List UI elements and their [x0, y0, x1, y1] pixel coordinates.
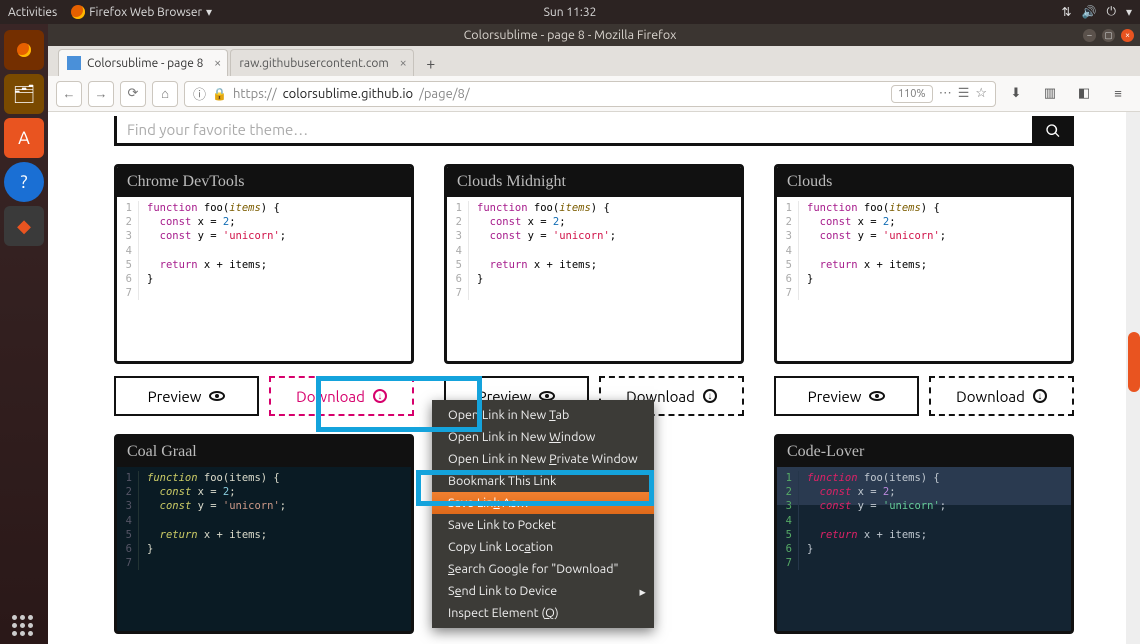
download-icon: ↓: [703, 389, 717, 403]
button-label: Preview: [808, 388, 862, 405]
tab-label: raw.githubusercontent.com: [239, 57, 388, 70]
eye-icon: [209, 391, 225, 401]
ctx-inspect-element[interactable]: Inspect Element (Q): [432, 602, 654, 624]
preview-button[interactable]: Preview: [114, 376, 259, 416]
code-preview: 1function foo(items) { 2 const x = 2; 3 …: [117, 197, 411, 361]
ctx-open-new-window[interactable]: Open Link in New Window: [432, 426, 654, 448]
library-icon[interactable]: ▥: [1036, 81, 1064, 107]
window-titlebar: Colorsublime - page 8 - Mozilla Firefox …: [0, 24, 1140, 46]
clock[interactable]: Sun 11:32: [544, 6, 597, 19]
zoom-indicator[interactable]: 110%: [891, 85, 933, 103]
dropdown-icon: ▾: [206, 5, 212, 19]
scrollbar-thumb[interactable]: [1128, 332, 1140, 392]
code-preview: 1function foo(items) { 2 const x = 2; 3 …: [117, 467, 411, 631]
url-field[interactable]: ⓘ 🔒 https:// colorsublime.github.io /pag…: [184, 81, 996, 107]
theme-title: Code-Lover: [777, 437, 1071, 467]
ctx-search-google[interactable]: Search Google for "Download": [432, 558, 654, 580]
menu-icon[interactable]: ≡: [1104, 81, 1132, 107]
theme-title: Chrome DevTools: [117, 167, 411, 197]
theme-title: Coal Graal: [117, 437, 411, 467]
button-label: Preview: [148, 388, 202, 405]
launcher-dock: 🗂 A ? ◆: [0, 24, 48, 644]
ctx-open-new-tab[interactable]: Open Link in New Tab: [432, 404, 654, 426]
theme-card-clouds-midnight: Clouds Midnight 1function foo(items) { 2…: [444, 164, 744, 364]
network-icon[interactable]: ⇅: [1061, 5, 1071, 19]
download-icon: ↓: [1033, 389, 1047, 403]
ctx-copy-link[interactable]: Copy Link Location: [432, 536, 654, 558]
close-tab-icon[interactable]: ×: [214, 56, 221, 70]
tab-strip: Colorsublime - page 8 × raw.githubuserco…: [48, 46, 1140, 76]
toolbar: ← → ⟳ ⌂ ⓘ 🔒 https:// colorsublime.github…: [48, 76, 1140, 112]
tab-favicon: [67, 56, 81, 70]
theme-title: Clouds Midnight: [447, 167, 741, 197]
launcher-software[interactable]: A: [4, 118, 44, 158]
launcher-firefox[interactable]: [4, 30, 44, 70]
theme-card-clouds: Clouds 1function foo(items) { 2 const x …: [774, 164, 1074, 364]
search-icon: [1045, 123, 1061, 139]
theme-card-code-lover: Code-Lover 1function foo(items) { 2 cons…: [774, 434, 1074, 634]
code-preview: 1function foo(items) { 2 const x = 2; 3 …: [777, 197, 1071, 361]
ctx-save-to-pocket[interactable]: Save Link to Pocket: [432, 514, 654, 536]
url-scheme: https://: [233, 87, 277, 101]
button-label: Download: [296, 388, 365, 405]
back-button[interactable]: ←: [56, 81, 82, 107]
code-preview: 1function foo(items) { 2 const x = 2; 3 …: [447, 197, 741, 361]
theme-card-coal-graal: Coal Graal 1function foo(items) { 2 cons…: [114, 434, 414, 634]
firefox-icon: [71, 5, 85, 19]
tab-inactive[interactable]: raw.githubusercontent.com ×: [230, 49, 413, 76]
download-button-highlighted[interactable]: Download ↓: [269, 376, 414, 416]
theme-search-input[interactable]: Find your favorite theme…: [114, 116, 1032, 146]
download-button[interactable]: Download ↓: [929, 376, 1074, 416]
close-button[interactable]: ×: [1121, 29, 1134, 42]
lock-icon: 🔒: [212, 87, 227, 101]
tab-label: Colorsublime - page 8: [87, 57, 203, 70]
search-button[interactable]: [1032, 116, 1074, 146]
chevron-down-icon[interactable]: ▾: [1126, 5, 1132, 19]
ctx-bookmark-link[interactable]: Bookmark This Link: [432, 470, 654, 492]
launcher-apps-grid[interactable]: [12, 615, 33, 636]
app-name: Firefox Web Browser: [89, 6, 202, 19]
url-path: /page/8/: [419, 87, 470, 101]
tab-active[interactable]: Colorsublime - page 8 ×: [58, 49, 228, 76]
maximize-button[interactable]: ▢: [1102, 29, 1115, 42]
reload-button[interactable]: ⟳: [120, 81, 146, 107]
volume-icon[interactable]: 🔊: [1082, 5, 1097, 19]
more-icon[interactable]: ⋯: [939, 86, 952, 101]
bookmark-star-icon[interactable]: ☆: [975, 86, 987, 101]
system-topbar: Activities Firefox Web Browser ▾ Sun 11:…: [0, 0, 1140, 24]
system-tray[interactable]: ⇅ 🔊 ⏻ ▾: [1061, 5, 1132, 19]
ctx-open-private[interactable]: Open Link in New Private Window: [432, 448, 654, 470]
launcher-files[interactable]: 🗂: [4, 74, 44, 114]
button-label: Download: [956, 388, 1025, 405]
ctx-send-to-device[interactable]: Send Link to Device▸: [432, 580, 654, 602]
close-tab-icon[interactable]: ×: [399, 56, 406, 70]
minimize-button[interactable]: –: [1083, 29, 1096, 42]
launcher-help[interactable]: ?: [4, 162, 44, 202]
reader-icon[interactable]: ☰: [958, 86, 970, 101]
new-tab-button[interactable]: +: [418, 52, 444, 76]
app-indicator[interactable]: Firefox Web Browser ▾: [71, 5, 212, 19]
power-icon[interactable]: ⏻: [1106, 5, 1116, 19]
theme-title: Clouds: [777, 167, 1071, 197]
browser-window: Colorsublime - page 8 × raw.githubuserco…: [48, 46, 1140, 644]
ctx-save-link-as[interactable]: Save Link As…: [432, 492, 654, 514]
url-host: colorsublime.github.io: [283, 87, 413, 101]
home-button[interactable]: ⌂: [152, 81, 178, 107]
eye-icon: [869, 391, 885, 401]
downloads-icon[interactable]: ⬇: [1002, 81, 1030, 107]
info-icon[interactable]: ⓘ: [193, 84, 206, 103]
page-content: Find your favorite theme… Chrome DevTool…: [48, 112, 1140, 644]
theme-card-chrome-devtools: Chrome DevTools 1function foo(items) { 2…: [114, 164, 414, 364]
code-preview: 1function foo(items) { 2 const x = 2; 3 …: [777, 467, 1071, 631]
forward-button[interactable]: →: [88, 81, 114, 107]
sidebar-icon[interactable]: ◧: [1070, 81, 1098, 107]
launcher-sublime[interactable]: ◆: [4, 206, 44, 246]
activities-button[interactable]: Activities: [8, 6, 57, 19]
context-menu: Open Link in New Tab Open Link in New Wi…: [432, 400, 654, 628]
preview-button[interactable]: Preview: [774, 376, 919, 416]
download-icon: ↓: [373, 389, 387, 403]
window-title: Colorsublime - page 8 - Mozilla Firefox: [464, 28, 677, 42]
